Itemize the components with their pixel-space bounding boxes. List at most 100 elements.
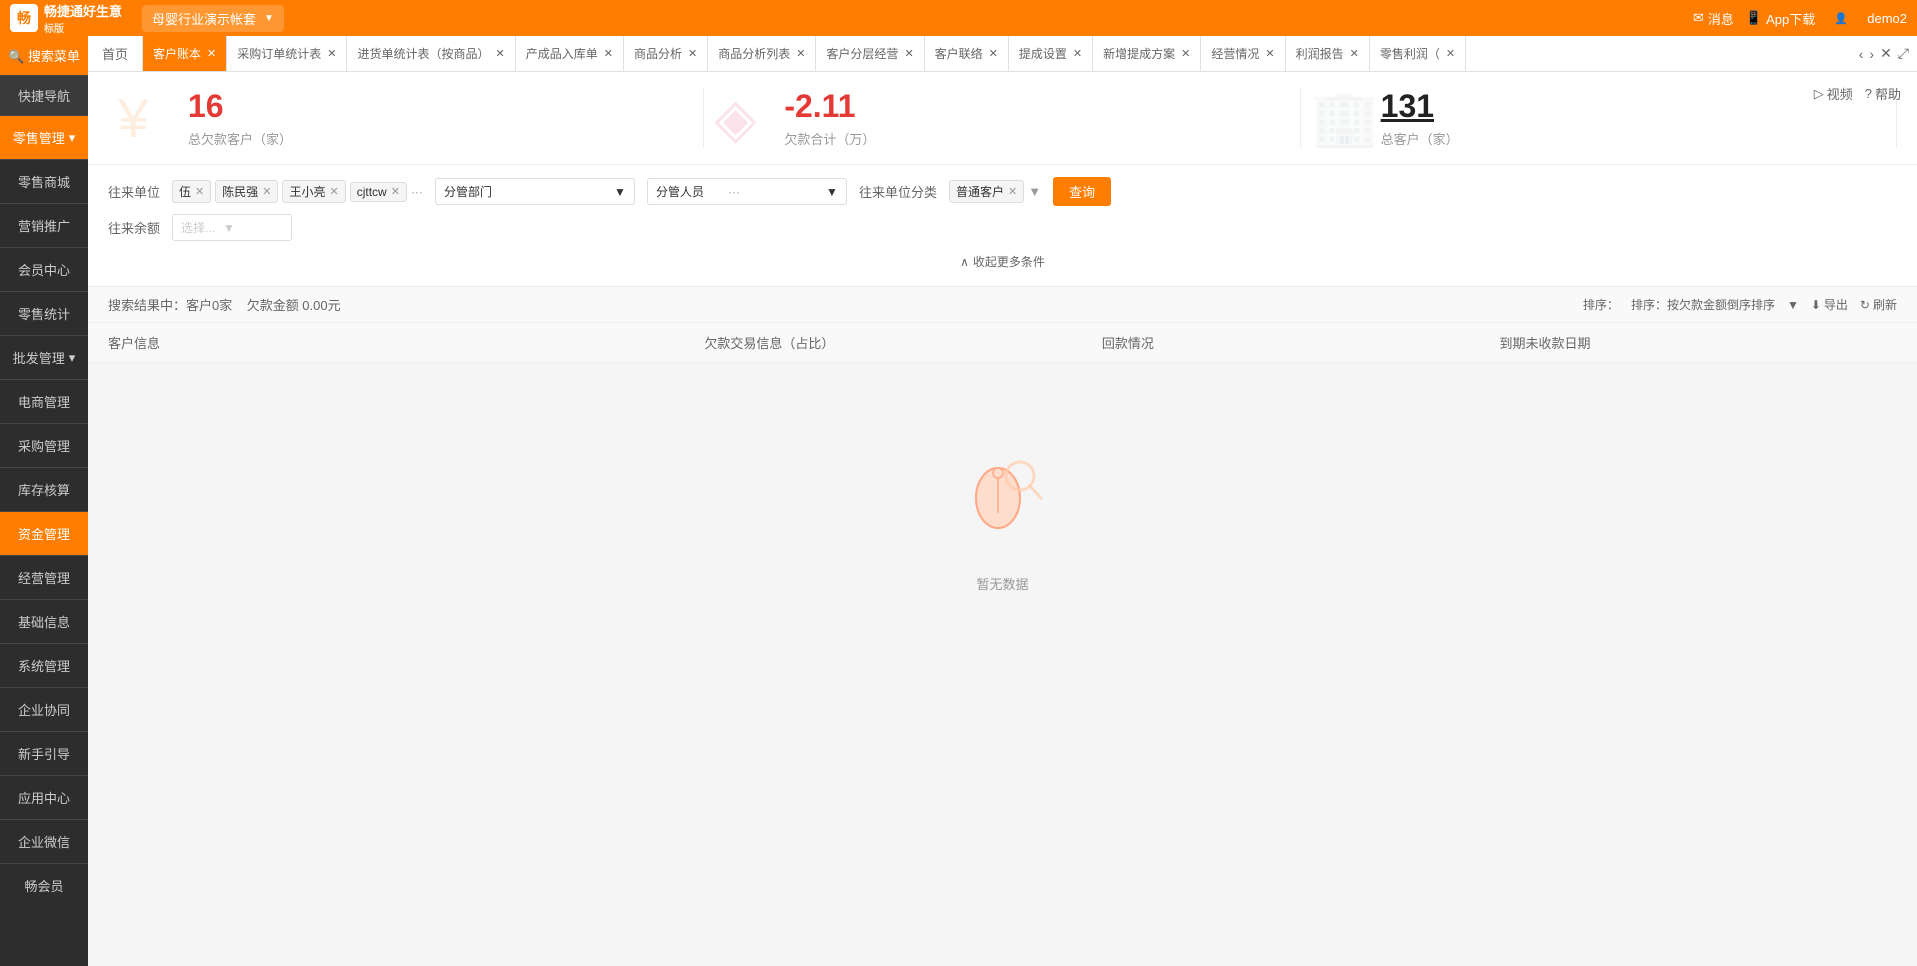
unit-tag-chen: 陈民强 ✕ xyxy=(215,180,278,203)
sidebar-item-app-center[interactable]: 应用中心 xyxy=(0,775,88,819)
tab-close-promotion-settings[interactable]: ✕ xyxy=(1073,47,1082,60)
refresh-button[interactable]: ↻ 刷新 xyxy=(1860,296,1897,313)
collapse-more-btn[interactable]: ∧ 收起更多条件 xyxy=(108,249,1897,274)
sidebar-item-new-guide[interactable]: 新手引导 xyxy=(0,731,88,775)
sidebar-item-finance[interactable]: 资金管理 xyxy=(0,511,88,555)
tab-close-profit-report[interactable]: ✕ xyxy=(1350,47,1359,60)
balance-filter-label: 往来余额 xyxy=(108,218,160,237)
empty-state-svg xyxy=(953,443,1053,543)
tab-customer-book[interactable]: 客户账本 ✕ xyxy=(143,36,227,72)
tab-product-inbound[interactable]: 产成品入库单 ✕ xyxy=(516,36,624,72)
tab-prev-button[interactable]: ‹ xyxy=(1857,44,1866,64)
tab-customer-contact[interactable]: 客户联络 ✕ xyxy=(925,36,1009,72)
app-wrapper: 畅 畅捷通好生意 标版 母婴行业演示帐套 ▼ ✉ 消息 📱 App下载 👤 xyxy=(0,0,1917,966)
unit-tag-wu-close[interactable]: ✕ xyxy=(195,185,204,198)
sidebar-item-marketing[interactable]: 营销推广 xyxy=(0,203,88,247)
tab-close-customer-contact[interactable]: ✕ xyxy=(989,47,998,60)
unit-tag-chen-close[interactable]: ✕ xyxy=(262,185,271,198)
tab-close-business-status[interactable]: ✕ xyxy=(1265,47,1274,60)
logo-icon: 畅 xyxy=(10,4,38,32)
tab-customer-stratify[interactable]: 客户分层经营 ✕ xyxy=(816,36,924,72)
dept-filter-select[interactable]: 分管部门 ▼ xyxy=(435,178,635,205)
sidebar-item-vip-member[interactable]: 畅会员 xyxy=(0,863,88,907)
video-icon: ▷ xyxy=(1814,86,1824,102)
sort-chevron-icon: ▼ xyxy=(1787,298,1799,312)
total-customers-all-value[interactable]: 131 xyxy=(1381,88,1434,125)
filter-row-1: 往来单位 伍 ✕ 陈民强 ✕ 王小亮 xyxy=(108,177,1897,206)
tab-controls: ‹ › ✕ ⤢ xyxy=(1851,43,1917,64)
sort-value[interactable]: 排序：按欠款金额倒序排序 xyxy=(1631,296,1775,313)
sidebar-item-retail-mall[interactable]: 零售商城 xyxy=(0,159,88,203)
username-label[interactable]: demo2 xyxy=(1867,11,1907,26)
sidebar-item-operations[interactable]: 经营管理 xyxy=(0,555,88,599)
account-selector[interactable]: 母婴行业演示帐套 ▼ xyxy=(142,5,284,32)
sidebar-item-wholesale-mgmt[interactable]: 批发管理 ▾ xyxy=(0,335,88,379)
export-button[interactable]: ⬇ 导出 xyxy=(1811,296,1848,313)
tab-retail-profit[interactable]: 零售利润（ ✕ xyxy=(1370,36,1466,72)
tab-close-retail-profit[interactable]: ✕ xyxy=(1446,47,1455,60)
tab-new-promotion[interactable]: 新增提成方案 ✕ xyxy=(1093,36,1201,72)
top-actions: ✉ 消息 📱 App下载 👤 demo2 xyxy=(1693,4,1907,32)
sidebar-item-purchase-mgmt[interactable]: 采购管理 xyxy=(0,423,88,467)
tab-close-goods-analysis-list[interactable]: ✕ xyxy=(796,47,805,60)
unit-tag-more[interactable]: ··· xyxy=(411,185,423,199)
sidebar-item-retail-stats[interactable]: 零售统计 xyxy=(0,291,88,335)
tab-goods-analysis-list[interactable]: 商品分析列表 ✕ xyxy=(708,36,816,72)
refresh-icon: ↻ xyxy=(1860,298,1870,312)
export-icon: ⬇ xyxy=(1811,298,1821,312)
tab-close-goods-analysis[interactable]: ✕ xyxy=(688,47,697,60)
sidebar-item-member-center[interactable]: 会员中心 xyxy=(0,247,88,291)
main-content: ¥ 16 总欠款客户（家） ◈ -2.11 欠款合计（万） 🏢 131 总 xyxy=(88,72,1917,966)
query-button[interactable]: 查询 xyxy=(1053,177,1111,206)
message-button[interactable]: ✉ 消息 xyxy=(1693,9,1734,28)
tab-close-all-button[interactable]: ✕ xyxy=(1878,43,1894,64)
video-button[interactable]: ▷ 视频 xyxy=(1814,84,1853,103)
tab-close-product-inbound[interactable]: ✕ xyxy=(604,47,613,60)
empty-icon xyxy=(953,443,1053,562)
sidebar-item-enterprise-wechat[interactable]: 企业微信 xyxy=(0,819,88,863)
help-button[interactable]: ? 帮助 xyxy=(1865,84,1901,103)
sidebar-item-ecommerce[interactable]: 电商管理 xyxy=(0,379,88,423)
sidebar-item-basic-info[interactable]: 基础信息 xyxy=(0,599,88,643)
tab-next-button[interactable]: › xyxy=(1867,44,1876,64)
total-customers-label: 总欠款客户（家） xyxy=(188,129,292,148)
category-filter-label: 往来单位分类 xyxy=(859,182,937,201)
balance-filter-input[interactable]: 选择... ▼ xyxy=(172,214,292,241)
retail-mgmt-label: 零售管理 ▾ xyxy=(0,128,88,147)
tab-business-status[interactable]: 经营情况 ✕ xyxy=(1201,36,1285,72)
category-tag-close[interactable]: ✕ xyxy=(1008,185,1017,198)
app-download-button[interactable]: 📱 App下载 xyxy=(1746,9,1815,28)
sidebar-item-enterprise[interactable]: 企业协同 xyxy=(0,687,88,731)
message-icon: ✉ xyxy=(1693,10,1704,26)
tab-purchase-order[interactable]: 采购订单统计表 ✕ xyxy=(227,36,347,72)
tab-close-customer-stratify[interactable]: ✕ xyxy=(904,47,913,60)
tab-goods-analysis[interactable]: 商品分析 ✕ xyxy=(624,36,708,72)
tab-goods-stats[interactable]: 进货单统计表（按商品） ✕ xyxy=(347,36,515,72)
unit-filter-label: 往来单位 xyxy=(108,182,160,201)
category-select-chevron: ▼ xyxy=(1028,184,1041,199)
sidebar-item-sys-mgmt[interactable]: 系统管理 xyxy=(0,643,88,687)
tab-close-purchase[interactable]: ✕ xyxy=(327,47,336,60)
person-filter-select[interactable]: 分管人员 ··· ▼ xyxy=(647,178,847,205)
sidebar-item-inventory[interactable]: 库存核算 xyxy=(0,467,88,511)
tab-close-customer-book[interactable]: ✕ xyxy=(207,47,216,60)
avatar[interactable]: 👤 xyxy=(1827,4,1855,32)
tab-close-goods-stats[interactable]: ✕ xyxy=(496,47,505,60)
unit-tag-wang-close[interactable]: ✕ xyxy=(330,185,339,198)
sidebar: 🔍 搜索菜单 快捷导航 零售管理 ▾ 零售商城 营销推广 会员中心 xyxy=(0,36,88,966)
tab-profit-report[interactable]: 利润报告 ✕ xyxy=(1286,36,1370,72)
debt-amount-value: -2.11 xyxy=(784,88,855,125)
stat-debt-amount: ◈ -2.11 欠款合计（万） xyxy=(704,88,1300,148)
main-layout: 🔍 搜索菜单 快捷导航 零售管理 ▾ 零售商城 营销推广 会员中心 xyxy=(0,36,1917,966)
filter-row-2: 往来余额 选择... ▼ xyxy=(108,214,1897,241)
tab-home[interactable]: 首页 xyxy=(88,36,143,72)
tab-expand-button[interactable]: ⤢ xyxy=(1896,43,1911,64)
tab-promotion-settings[interactable]: 提成设置 ✕ xyxy=(1009,36,1093,72)
sidebar-search[interactable]: 🔍 搜索菜单 xyxy=(0,36,88,75)
person-filter-more[interactable]: ··· xyxy=(728,185,740,199)
unit-tag-cjttcw-close[interactable]: ✕ xyxy=(391,185,400,198)
logo-area: 畅 畅捷通好生意 标版 xyxy=(10,1,122,35)
tab-close-new-promotion[interactable]: ✕ xyxy=(1181,47,1190,60)
sidebar-quick-nav[interactable]: 快捷导航 xyxy=(0,75,88,115)
sidebar-item-retail-mgmt[interactable]: 零售管理 ▾ xyxy=(0,115,88,159)
